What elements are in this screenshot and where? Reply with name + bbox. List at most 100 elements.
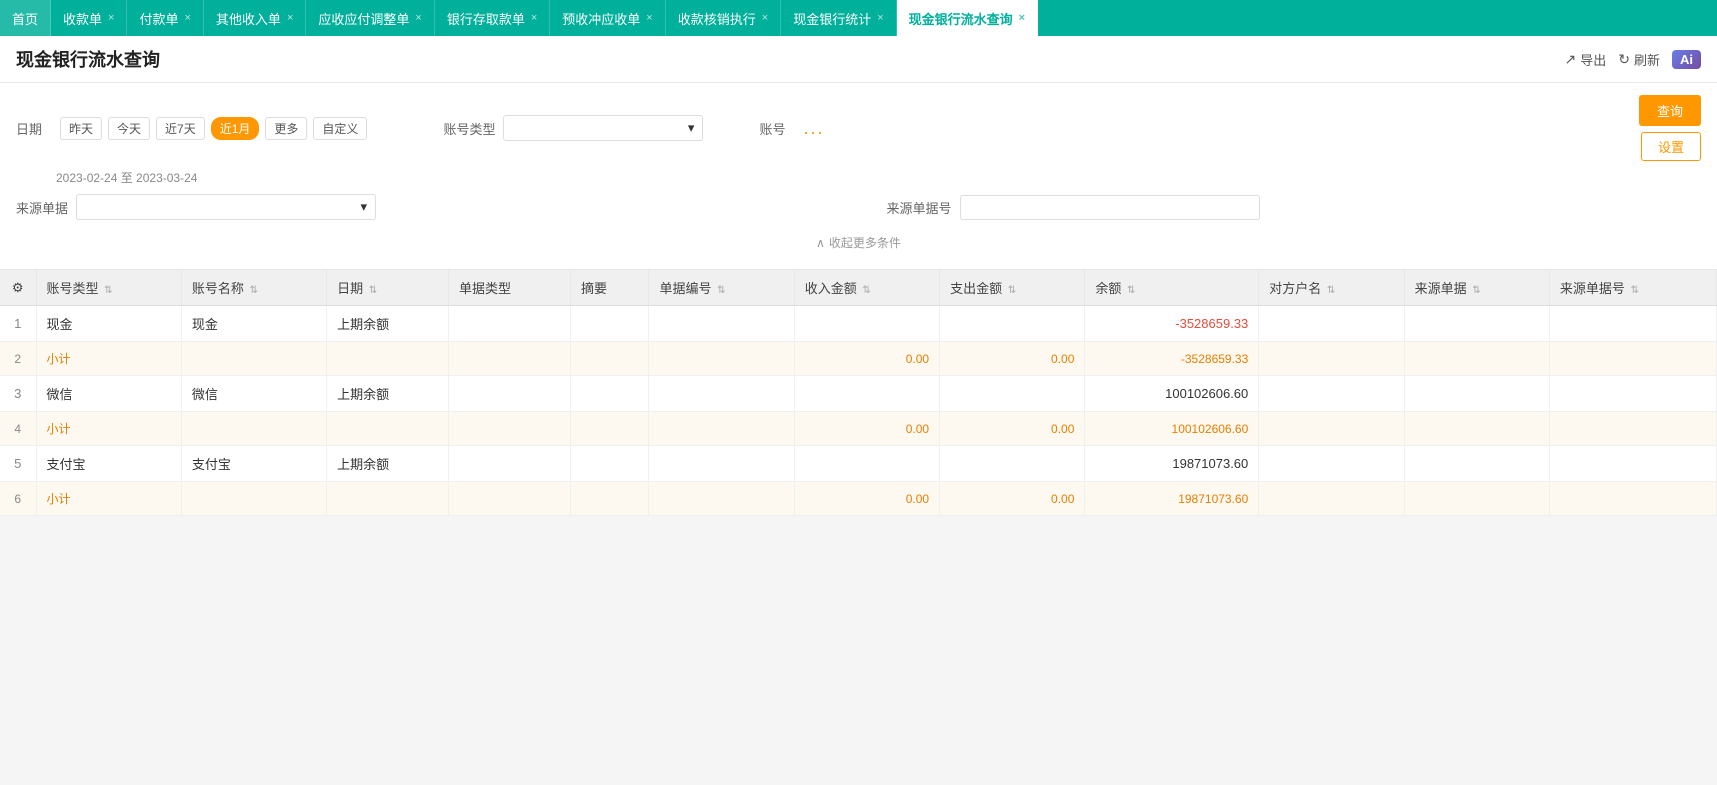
source-voucher-select[interactable]: ▾ [76, 194, 376, 220]
row-account-name [181, 482, 326, 516]
col-balance[interactable]: 余额 ⇅ [1085, 270, 1259, 306]
nav-tab-verify[interactable]: 收款核销执行 × [666, 0, 781, 36]
source-voucher-group: 来源单据 ▾ [16, 194, 831, 220]
row-source-voucher [1404, 342, 1549, 376]
close-icon[interactable]: × [1019, 12, 1025, 24]
table-settings-col[interactable]: ⚙ [0, 270, 36, 306]
row-balance: -3528659.33 [1085, 306, 1259, 342]
page-title: 现金银行流水查询 [16, 46, 160, 72]
row-account-name: 微信 [181, 376, 326, 412]
row-income: 0.00 [794, 412, 939, 446]
row-summary [570, 376, 649, 412]
row-summary [570, 446, 649, 482]
row-income [794, 306, 939, 342]
close-icon[interactable]: × [415, 12, 421, 24]
col-date[interactable]: 日期 ⇅ [327, 270, 449, 306]
row-account-type: 小计 [36, 482, 181, 516]
row-voucher-type [449, 412, 571, 446]
nav-tab-home[interactable]: 首页 [0, 0, 51, 36]
col-income[interactable]: 收入金额 ⇅ [794, 270, 939, 306]
sort-icon: ⇅ [862, 285, 870, 296]
account-filter-group: 账号 ... [759, 118, 1623, 139]
row-date: 上期余额 [327, 376, 449, 412]
row-source-voucher-no [1549, 446, 1716, 482]
ai-badge[interactable]: Ai [1672, 50, 1701, 69]
sort-icon: ⇅ [1631, 285, 1639, 296]
row-index: 2 [0, 342, 36, 376]
row-income [794, 376, 939, 412]
row-date [327, 482, 449, 516]
row-income: 0.00 [794, 482, 939, 516]
row-income: 0.00 [794, 342, 939, 376]
close-icon[interactable]: × [184, 12, 190, 24]
header-actions: ↗ 导出 ↻ 刷新 Ai [1565, 50, 1702, 69]
date-btn-7days[interactable]: 近7天 [156, 117, 205, 140]
row-voucher-no [649, 446, 794, 482]
col-counterpart[interactable]: 对方户名 ⇅ [1259, 270, 1404, 306]
row-expense [940, 376, 1085, 412]
query-button[interactable]: 查询 [1639, 95, 1701, 126]
nav-tab-payments[interactable]: 付款单 × [127, 0, 203, 36]
row-counterpart [1259, 376, 1404, 412]
row-summary [570, 482, 649, 516]
col-voucher-no[interactable]: 单据编号 ⇅ [649, 270, 794, 306]
nav-tab-cash-stats[interactable]: 现金银行统计 × [781, 0, 896, 36]
close-icon[interactable]: × [646, 12, 652, 24]
row-account-type: 小计 [36, 342, 181, 376]
source-voucher-label: 来源单据 [16, 198, 68, 217]
sort-icon: ⇅ [717, 285, 725, 296]
nav-tab-adjustment[interactable]: 应收应付调整单 × [306, 0, 434, 36]
date-range-text: 2023-02-24 至 2023-03-24 [56, 171, 197, 185]
top-navigation: 首页 收款单 × 付款单 × 其他收入单 × 应收应付调整单 × 银行存取款单 … [0, 0, 1717, 36]
account-dots[interactable]: ... [803, 118, 824, 139]
row-balance: 100102606.60 [1085, 412, 1259, 446]
filter-area: 日期 昨天 今天 近7天 近1月 更多 自定义 账号类型 ▾ 账号 ... [0, 83, 1717, 270]
source-voucher-no-input[interactable] [960, 195, 1260, 220]
col-voucher-type[interactable]: 单据类型 [449, 270, 571, 306]
source-voucher-no-label: 来源单据号 [887, 198, 952, 217]
row-expense: 0.00 [940, 482, 1085, 516]
row-account-type: 现金 [36, 306, 181, 342]
row-summary [570, 306, 649, 342]
row-counterpart [1259, 412, 1404, 446]
close-icon[interactable]: × [762, 12, 768, 24]
row-summary [570, 412, 649, 446]
close-icon[interactable]: × [531, 12, 537, 24]
collapse-bar[interactable]: ∧ 收起更多条件 [16, 228, 1701, 257]
nav-tab-prepay[interactable]: 预收冲应收单 × [550, 0, 665, 36]
data-table: ⚙ 账号类型 ⇅ 账号名称 ⇅ 日期 ⇅ 单据类型 摘要 [0, 270, 1717, 516]
nav-tab-other-income[interactable]: 其他收入单 × [204, 0, 306, 36]
close-icon[interactable]: × [877, 12, 883, 24]
chevron-down-icon: ▾ [688, 120, 695, 136]
col-source-voucher-no[interactable]: 来源单据号 ⇅ [1549, 270, 1716, 306]
col-source-voucher[interactable]: 来源单据 ⇅ [1404, 270, 1549, 306]
col-expense[interactable]: 支出金额 ⇅ [940, 270, 1085, 306]
row-voucher-type [449, 482, 571, 516]
row-balance: 19871073.60 [1085, 446, 1259, 482]
row-source-voucher [1404, 306, 1549, 342]
col-summary[interactable]: 摘要 [570, 270, 649, 306]
date-btn-today[interactable]: 今天 [108, 117, 150, 140]
nav-tab-cash-flow[interactable]: 现金银行流水查询 × [897, 0, 1038, 36]
col-account-type[interactable]: 账号类型 ⇅ [36, 270, 181, 306]
nav-tab-bank-deposit[interactable]: 银行存取款单 × [435, 0, 550, 36]
row-index: 3 [0, 376, 36, 412]
row-expense: 0.00 [940, 412, 1085, 446]
date-btn-yesterday[interactable]: 昨天 [60, 117, 102, 140]
account-type-select[interactable]: ▾ [503, 115, 703, 141]
refresh-button[interactable]: ↻ 刷新 [1618, 50, 1660, 69]
col-account-name[interactable]: 账号名称 ⇅ [181, 270, 326, 306]
row-voucher-no [649, 342, 794, 376]
sort-icon: ⇅ [1008, 285, 1016, 296]
settings-button[interactable]: 设置 [1641, 132, 1701, 161]
sort-icon: ⇅ [1472, 285, 1480, 296]
row-voucher-no [649, 306, 794, 342]
date-btn-more[interactable]: 更多 [265, 117, 307, 140]
export-button[interactable]: ↗ 导出 [1565, 50, 1607, 69]
sort-icon: ⇅ [1327, 285, 1335, 296]
date-btn-1month[interactable]: 近1月 [211, 117, 260, 140]
close-icon[interactable]: × [287, 12, 293, 24]
nav-tab-receipts[interactable]: 收款单 × [51, 0, 127, 36]
date-btn-custom[interactable]: 自定义 [313, 117, 367, 140]
close-icon[interactable]: × [108, 12, 114, 24]
